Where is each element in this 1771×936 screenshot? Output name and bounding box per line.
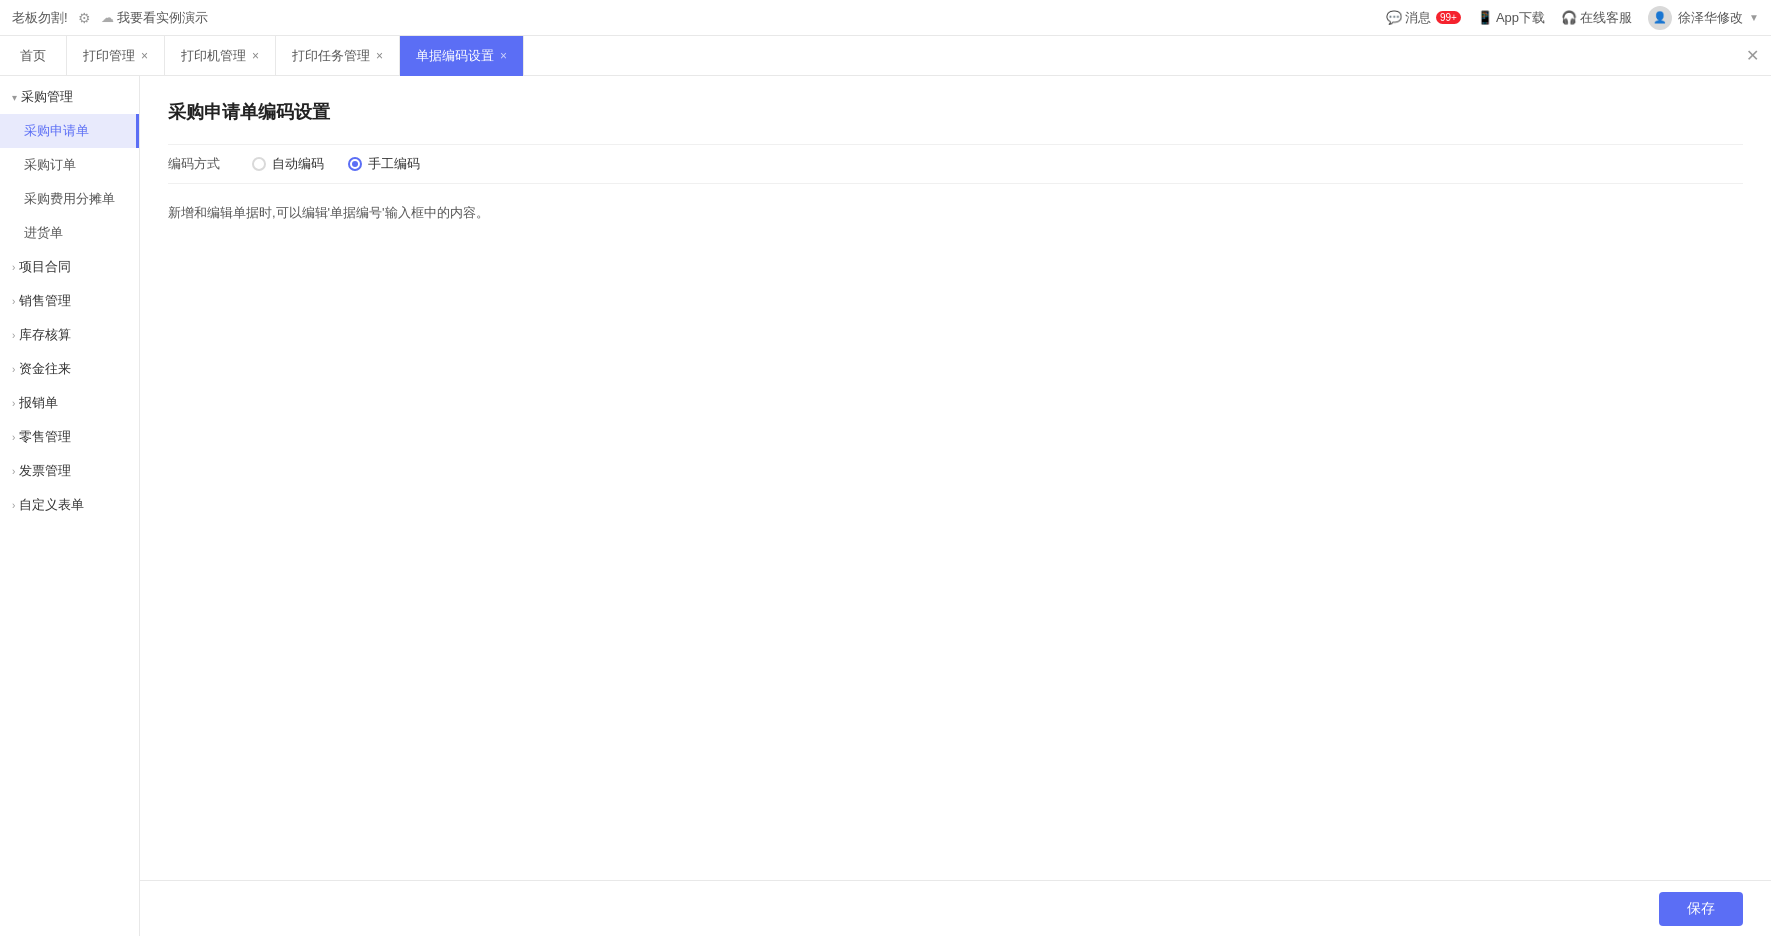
radio-group: 自动编码 手工编码 [252,155,420,173]
user-menu[interactable]: 👤 徐泽华修改 ▼ [1648,6,1759,30]
radio-dot [352,161,358,167]
close-icon[interactable]: × [376,49,383,63]
sidebar-item-project-contract[interactable]: › 项目合同 [0,250,139,284]
sidebar: ▾ 采购管理 采购申请单 采购订单 采购费用分摊单 进货单 › 项目合同 › 销… [0,76,140,936]
page-title: 采购申请单编码设置 [168,100,1743,124]
sidebar-item-sales[interactable]: › 销售管理 [0,284,139,318]
messages-button[interactable]: 💬 消息 99+ [1386,9,1461,27]
top-bar-settings-icon[interactable]: ⚙ [78,10,91,26]
radio-manual[interactable]: 手工编码 [348,155,420,173]
sidebar-group-label: 采购管理 [21,88,73,106]
close-icon[interactable]: × [141,49,148,63]
tab-bar-end: ✕ [524,46,1771,65]
chevron-right-icon: › [12,364,15,375]
chevron-right-icon: › [12,330,15,341]
chevron-right-icon: › [12,466,15,477]
chevron-right-icon: › [12,262,15,273]
chevron-right-icon: › [12,500,15,511]
sidebar-item-retail[interactable]: › 零售管理 [0,420,139,454]
sidebar-item-custom-form[interactable]: › 自定义表单 [0,488,139,522]
tab-bar: 首页 打印管理 × 打印机管理 × 打印任务管理 × 单据编码设置 × ✕ [0,36,1771,76]
top-bar: 老板勿割! ⚙ ☁ 我要看实例演示 💬 消息 99+ 📱 App下载 🎧 在线客… [0,0,1771,36]
tab-encoding-settings[interactable]: 单据编码设置 × [400,36,524,76]
sidebar-item-invoice[interactable]: › 发票管理 [0,454,139,488]
tab-home[interactable]: 首页 [0,36,67,76]
top-bar-left: 老板勿割! ⚙ ☁ 我要看实例演示 [12,9,208,27]
tab-label: 打印任务管理 [292,47,370,65]
encoding-label: 编码方式 [168,155,228,173]
radio-auto[interactable]: 自动编码 [252,155,324,173]
tab-label: 单据编码设置 [416,47,494,65]
headset-icon: 🎧 [1561,10,1577,25]
sidebar-item-capital[interactable]: › 资金往来 [0,352,139,386]
main-layout: ▾ 采购管理 采购申请单 采购订单 采购费用分摊单 进货单 › 项目合同 › 销… [0,76,1771,936]
radio-auto-circle [252,157,266,171]
sidebar-item-purchase-expense[interactable]: 采购费用分摊单 [0,182,139,216]
user-name: 徐泽华修改 [1678,9,1743,27]
radio-manual-circle [348,157,362,171]
top-bar-brand: 老板勿割! [12,9,68,27]
chevron-down-icon: ▾ [12,92,17,103]
chevron-right-icon: › [12,432,15,443]
info-text: 新增和编辑单据时,可以编辑'单据编号'输入框中的内容。 [168,204,1743,222]
content-inner: 采购申请单编码设置 编码方式 自动编码 手工编码 新增和编辑 [140,76,1771,880]
sidebar-item-purchase-order[interactable]: 采购订单 [0,148,139,182]
save-button[interactable]: 保存 [1659,892,1743,926]
chevron-right-icon: › [12,398,15,409]
phone-icon: 📱 [1477,10,1493,25]
chevron-right-icon: › [12,296,15,307]
radio-manual-label: 手工编码 [368,155,420,173]
content-area: 采购申请单编码设置 编码方式 自动编码 手工编码 新增和编辑 [140,76,1771,936]
chevron-down-icon: ▼ [1749,12,1759,23]
sidebar-item-expense[interactable]: › 报销单 [0,386,139,420]
top-bar-right: 💬 消息 99+ 📱 App下载 🎧 在线客服 👤 徐泽华修改 ▼ [1386,6,1759,30]
close-icon[interactable]: × [252,49,259,63]
tab-printer-management[interactable]: 打印机管理 × [165,36,276,76]
sidebar-item-inventory[interactable]: › 库存核算 [0,318,139,352]
message-icon: 💬 [1386,10,1402,25]
top-bar-demo[interactable]: ☁ 我要看实例演示 [101,9,209,27]
home-tab-label: 首页 [20,47,46,65]
sidebar-item-inbound[interactable]: 进货单 [0,216,139,250]
app-download-button[interactable]: 📱 App下载 [1477,9,1545,27]
sidebar-item-purchase-request[interactable]: 采购申请单 [0,114,139,148]
tab-print-task[interactable]: 打印任务管理 × [276,36,400,76]
messages-badge: 99+ [1436,11,1461,24]
tab-label: 打印管理 [83,47,135,65]
sidebar-group-procurement-title[interactable]: ▾ 采购管理 [0,80,139,114]
tab-label: 打印机管理 [181,47,246,65]
tab-print-management[interactable]: 打印管理 × [67,36,165,76]
close-icon[interactable]: × [500,49,507,63]
close-panel-button[interactable]: ✕ [1746,46,1759,65]
content-footer: 保存 [140,880,1771,936]
radio-auto-label: 自动编码 [272,155,324,173]
encoding-row: 编码方式 自动编码 手工编码 [168,144,1743,184]
online-service-button[interactable]: 🎧 在线客服 [1561,9,1632,27]
avatar: 👤 [1648,6,1672,30]
sidebar-group-procurement: ▾ 采购管理 采购申请单 采购订单 采购费用分摊单 进货单 [0,80,139,250]
